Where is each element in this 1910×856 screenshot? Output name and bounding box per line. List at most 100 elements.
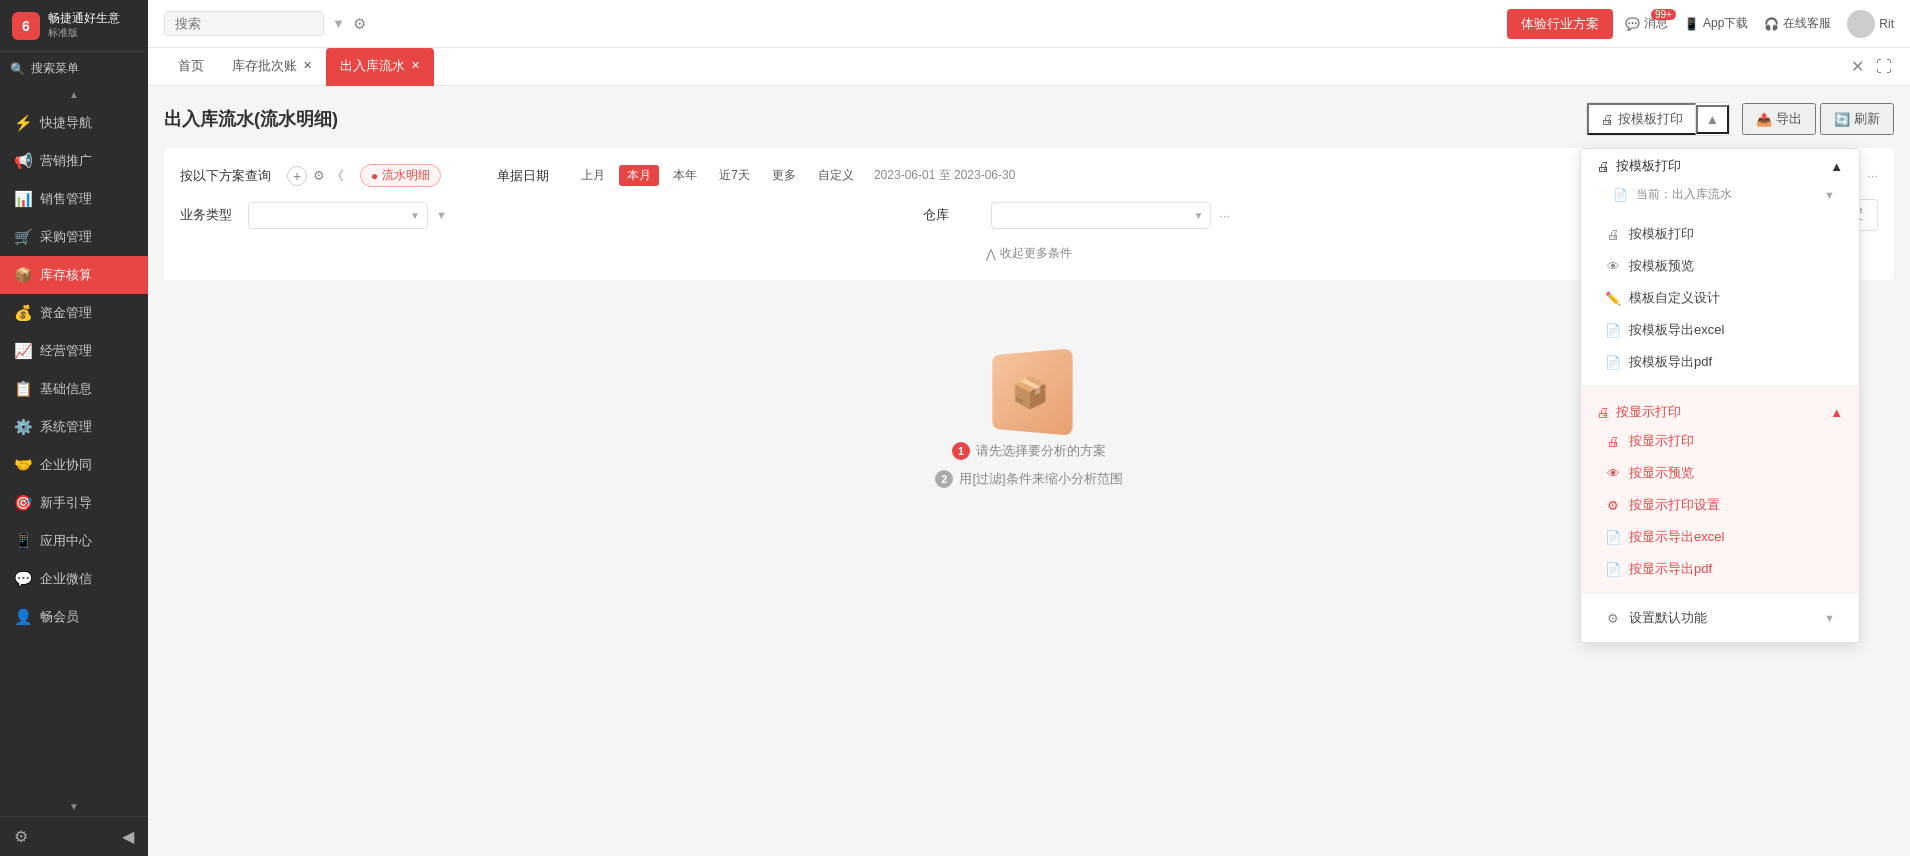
dropdown-display-excel[interactable]: 📄 按显示导出excel [1581, 521, 1859, 553]
dropdown-set-default[interactable]: ⚙ 设置默认功能 ▼ [1581, 602, 1859, 634]
biz-type-dropdown-icon[interactable]: ▼ [436, 209, 447, 221]
display-print-header-icon: 🖨 [1597, 405, 1610, 420]
topbar-app-download[interactable]: 📱 App下载 [1684, 15, 1748, 32]
settings-footer-icon[interactable]: ⚙ [14, 827, 28, 846]
warehouse-select[interactable] [991, 202, 1211, 229]
sidebar: 6 畅捷通好生意 标准版 🔍 搜索菜单 ▲ ⚡ 快捷导航 📢 营销推广 📊 销售… [0, 0, 148, 856]
dropdown-toggle-icon[interactable]: ▲ [1830, 159, 1843, 174]
display-section-header: 🖨 按显示打印 ▲ [1581, 395, 1859, 425]
dropdown-display-print[interactable]: 🖨 按显示打印 [1581, 425, 1859, 457]
dropdown-display-print-settings[interactable]: ⚙ 按显示打印设置 [1581, 489, 1859, 521]
sidebar-item-app-center[interactable]: 📱 应用中心 [0, 522, 148, 560]
window-close-btn[interactable]: ✕ [1849, 55, 1866, 78]
sidebar-item-corp[interactable]: 🤝 企业协同 [0, 446, 148, 484]
logo-text: 畅捷通好生意 标准版 [48, 11, 120, 41]
member-icon: 👤 [14, 608, 32, 626]
print-dropdown-toggle[interactable]: ▲ [1696, 105, 1729, 134]
topbar-search-input[interactable] [164, 11, 324, 36]
page-content: 出入库流水(流水明细) 🖨 按模板打印 ▲ 📤 导出 🔄 刷新 [148, 86, 1910, 856]
dropdown-print-icon: 🖨 [1597, 159, 1610, 174]
display-preview-icon: 👁 [1605, 466, 1621, 481]
current-expand-icon[interactable]: ▼ [1824, 189, 1835, 201]
template-print-icon: 🖨 [1605, 227, 1621, 242]
tab-flow-close[interactable]: ✕ [411, 59, 420, 72]
topbar-dropdown-icon[interactable]: ▼ [332, 16, 345, 31]
date-prev-month[interactable]: 上月 [573, 165, 613, 186]
export-btn[interactable]: 📤 导出 [1742, 103, 1816, 135]
dropdown-current[interactable]: 📄 当前：出入库流水 ▼ [1581, 179, 1859, 210]
sidebar-item-system[interactable]: ⚙️ 系统管理 [0, 408, 148, 446]
refresh-btn[interactable]: 🔄 刷新 [1820, 103, 1894, 135]
topbar-gear-icon[interactable]: ⚙ [353, 15, 366, 33]
sidebar-item-guide[interactable]: 🎯 新手引导 [0, 484, 148, 522]
collapse-sidebar-icon[interactable]: ◀ [122, 827, 134, 846]
sidebar-item-basic[interactable]: 📋 基础信息 [0, 370, 148, 408]
default-expand-icon[interactable]: ▼ [1824, 612, 1835, 624]
basic-icon: 📋 [14, 380, 32, 398]
sidebar-search[interactable]: 🔍 搜索菜单 [0, 52, 148, 85]
dropdown-template-print[interactable]: 🖨 按模板打印 [1581, 218, 1859, 250]
page-header: 出入库流水(流水明细) 🖨 按模板打印 ▲ 📤 导出 🔄 刷新 [164, 102, 1894, 136]
filter-actions: + ⚙ 《 [287, 166, 344, 186]
dropdown-template-excel[interactable]: 📄 按模板导出excel [1581, 314, 1859, 346]
dropdown-display-pdf[interactable]: 📄 按显示导出pdf [1581, 553, 1859, 585]
biz-type-select[interactable] [248, 202, 428, 229]
industry-btn[interactable]: 体验行业方案 [1507, 9, 1613, 39]
dropdown-display-preview[interactable]: 👁 按显示预览 [1581, 457, 1859, 489]
quick-nav-icon: ⚡ [14, 114, 32, 132]
dropdown-template-custom[interactable]: ✏️ 模板自定义设计 [1581, 282, 1859, 314]
date-options: 上月 本月 本年 近7天 更多 自定义 2023-06-01 至 2023-06… [573, 165, 1015, 186]
sidebar-item-marketing[interactable]: 📢 营销推广 [0, 142, 148, 180]
filter-collapse-icon[interactable]: 《 [331, 167, 344, 185]
warehouse-label: 仓库 [923, 206, 983, 224]
date-7days[interactable]: 近7天 [711, 165, 758, 186]
dropdown-template-preview[interactable]: 👁 按模板预览 [1581, 250, 1859, 282]
hint-num-1: 1 [952, 442, 970, 460]
sidebar-item-operation[interactable]: 📈 经营管理 [0, 332, 148, 370]
tab-batch-close[interactable]: ✕ [303, 59, 312, 72]
topbar-user[interactable]: Rit [1847, 10, 1894, 38]
filter-add-btn[interactable]: + [287, 166, 307, 186]
corp-wechat-icon: 💬 [14, 570, 32, 588]
date-custom[interactable]: 自定义 [810, 165, 862, 186]
date-more[interactable]: 更多 [764, 165, 804, 186]
warehouse-more-icon[interactable]: ··· [1219, 208, 1230, 223]
filter-settings-icon[interactable]: ⚙ [313, 168, 325, 183]
app-download-icon: 📱 [1684, 17, 1699, 31]
display-print-settings-icon: ⚙ [1605, 498, 1621, 513]
sidebar-item-corp-wechat[interactable]: 💬 企业微信 [0, 560, 148, 598]
date-curr-month[interactable]: 本月 [619, 165, 659, 186]
print-btn-group: 🖨 按模板打印 ▲ [1586, 102, 1730, 136]
sidebar-scroll-up[interactable]: ▲ [0, 85, 148, 104]
topbar-messages[interactable]: 💬 消息 99+ [1625, 15, 1668, 32]
corp-icon: 🤝 [14, 456, 32, 474]
sidebar-item-member[interactable]: 👤 畅会员 [0, 598, 148, 636]
doc-type-more-icon[interactable]: ··· [1867, 168, 1878, 183]
dropdown-template-pdf[interactable]: 📄 按模板导出pdf [1581, 346, 1859, 378]
date-curr-year[interactable]: 本年 [665, 165, 705, 186]
tab-flow[interactable]: 出入库流水 ✕ [326, 48, 434, 86]
sidebar-item-quick-nav[interactable]: ⚡ 快捷导航 [0, 104, 148, 142]
template-print-section: 🖨 按模板打印 👁 按模板预览 ✏️ 模板自定义设计 📄 按模板导出excel … [1581, 210, 1859, 387]
refresh-icon: 🔄 [1834, 112, 1850, 127]
default-settings-section: ⚙ 设置默认功能 ▼ [1581, 594, 1859, 642]
topbar-online-service[interactable]: 🎧 在线客服 [1764, 15, 1831, 32]
operation-icon: 📈 [14, 342, 32, 360]
tab-home[interactable]: 首页 [164, 48, 218, 86]
display-section-toggle[interactable]: ▲ [1830, 405, 1843, 420]
empty-icon: 📦 [989, 352, 1069, 432]
main-area: ▼ ⚙ 体验行业方案 💬 消息 99+ 📱 App下载 🎧 在线客服 Rit [148, 0, 1910, 856]
template-print-btn[interactable]: 🖨 按模板打印 [1587, 103, 1696, 135]
tab-batch[interactable]: 库存批次账 ✕ [218, 48, 326, 86]
sidebar-item-purchase[interactable]: 🛒 采购管理 [0, 218, 148, 256]
sidebar-item-sales[interactable]: 📊 销售管理 [0, 180, 148, 218]
sidebar-item-finance[interactable]: 💰 资金管理 [0, 294, 148, 332]
window-expand-btn[interactable]: ⛶ [1874, 56, 1894, 78]
guide-icon: 🎯 [14, 494, 32, 512]
sidebar-item-inventory[interactable]: 📦 库存核算 [0, 256, 148, 294]
user-avatar [1847, 10, 1875, 38]
date-range-display: 2023-06-01 至 2023-06-30 [874, 167, 1015, 184]
page-title: 出入库流水(流水明细) [164, 107, 338, 131]
sidebar-scroll-down[interactable]: ▼ [0, 797, 148, 816]
sales-icon: 📊 [14, 190, 32, 208]
